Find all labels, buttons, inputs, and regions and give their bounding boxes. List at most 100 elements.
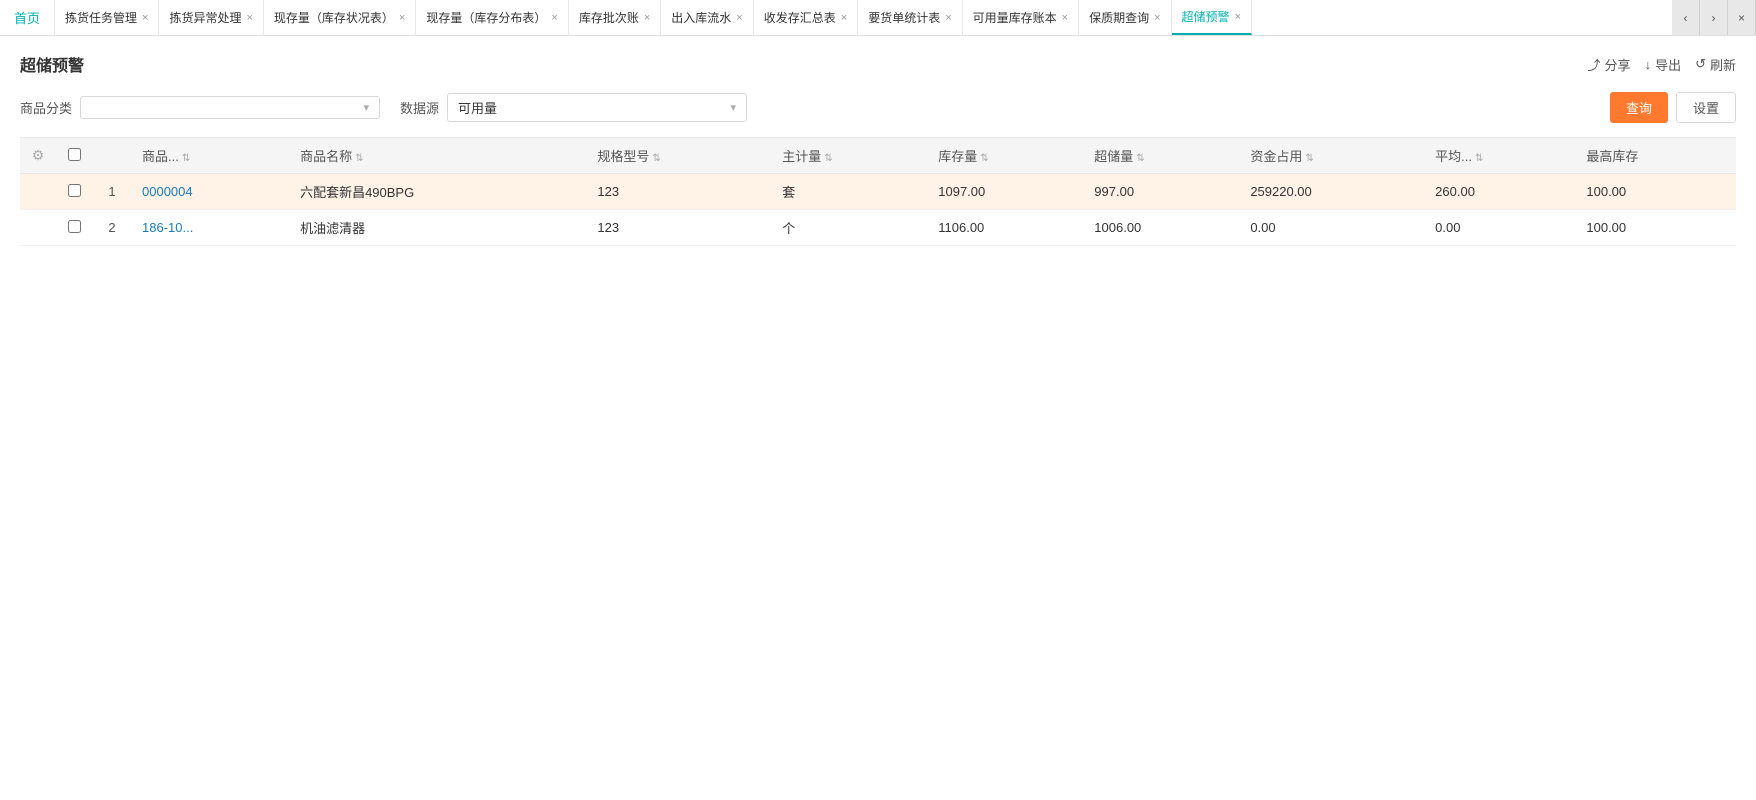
table-row: 1 0000004 六配套新昌490BPG 123 套 1097.00 997.… xyxy=(20,174,1736,210)
col-header-stock[interactable]: 库存量⇅ xyxy=(928,138,1084,174)
filter-data-source: 数据源 可用量 ▾ xyxy=(400,93,747,122)
sort-icon: ⇅ xyxy=(355,153,363,164)
share-button[interactable]: ⤴ 分享 xyxy=(1588,55,1631,74)
tab-jianhuoyichangchuli[interactable]: 拣货异常处理 × xyxy=(159,0,263,35)
product-category-select[interactable]: ▾ xyxy=(80,96,380,119)
query-button[interactable]: 查询 xyxy=(1610,92,1668,123)
tab-xiancunliang1[interactable]: 现存量（库存状况表） × xyxy=(264,0,416,35)
tab-label: 现存量（库存状况表） xyxy=(274,9,394,26)
col-header-max-stock[interactable]: 最高库存 xyxy=(1576,138,1736,174)
tab-close-icon[interactable]: × xyxy=(1062,12,1068,24)
data-table: ⚙ 商品...⇅ 商品名称⇅ 规格型号⇅ 主计量⇅ xyxy=(20,137,1736,246)
sort-icon: ⇅ xyxy=(1475,153,1483,164)
col-header-no xyxy=(92,138,132,174)
tab-keyongliang[interactable]: 可用量库存账本 × xyxy=(963,0,1079,35)
sort-icon: ⇅ xyxy=(182,153,190,164)
tab-label: 现存量（库存分布表） xyxy=(426,9,546,26)
tab-close-icon[interactable]: × xyxy=(945,12,951,24)
export-button[interactable]: ↓ 导出 xyxy=(1645,55,1682,74)
row-check-cell xyxy=(56,210,92,246)
select-all-checkbox[interactable] xyxy=(68,148,81,161)
nav-home[interactable]: 首页 xyxy=(0,0,55,35)
row-unit: 套 xyxy=(772,174,928,210)
col-header-gear[interactable]: ⚙ xyxy=(20,138,56,174)
data-source-label: 数据源 xyxy=(400,98,439,117)
tab-label: 收发存汇总表 xyxy=(764,9,836,26)
col-header-product-name[interactable]: 商品名称⇅ xyxy=(290,138,587,174)
row-stock: 1106.00 xyxy=(928,210,1084,246)
row-unit: 个 xyxy=(772,210,928,246)
col-header-over-stock[interactable]: 超储量⇅ xyxy=(1084,138,1240,174)
settings-button[interactable]: 设置 xyxy=(1676,92,1736,123)
row-stock: 1097.00 xyxy=(928,174,1084,210)
row-capital: 259220.00 xyxy=(1240,174,1425,210)
export-icon: ↓ xyxy=(1645,57,1652,72)
tab-close-icon[interactable]: × xyxy=(1154,12,1160,24)
row-product-code: 186-10... xyxy=(132,210,290,246)
tab-close-icon[interactable]: × xyxy=(841,12,847,24)
tab-label: 拣货任务管理 xyxy=(65,9,137,26)
nav-bar: 首页 拣货任务管理 × 拣货异常处理 × 现存量（库存状况表） × 现存量（库存… xyxy=(0,0,1756,36)
tab-jianhuorenwuguanli[interactable]: 拣货任务管理 × xyxy=(55,0,159,35)
tab-close-icon[interactable]: × xyxy=(399,12,405,24)
tab-baozhi[interactable]: 保质期查询 × xyxy=(1079,0,1171,35)
tab-close-icon[interactable]: × xyxy=(736,12,742,24)
chevron-down-icon: ▾ xyxy=(363,101,369,114)
col-header-check xyxy=(56,138,92,174)
row-over-stock: 1006.00 xyxy=(1084,210,1240,246)
nav-arrows: ‹ › × xyxy=(1672,0,1756,36)
col-header-product-code[interactable]: 商品...⇅ xyxy=(132,138,290,174)
tab-label: 库存批次账 xyxy=(579,9,639,26)
page-content: 超储预警 ⤴ 分享 ↓ 导出 ↺ 刷新 商品分类 ▾ 数据源 xyxy=(0,36,1756,800)
sort-icon: ⇅ xyxy=(1305,153,1313,164)
tab-close-icon[interactable]: × xyxy=(644,12,650,24)
gear-icon[interactable]: ⚙ xyxy=(32,147,45,163)
row-capital: 0.00 xyxy=(1240,210,1425,246)
tab-xiancunliang2[interactable]: 现存量（库存分布表） × xyxy=(416,0,568,35)
data-source-select[interactable]: 可用量 ▾ xyxy=(447,93,747,122)
row-avg: 260.00 xyxy=(1425,174,1576,210)
tab-yaohuo[interactable]: 要货单统计表 × xyxy=(858,0,962,35)
tab-shoucun[interactable]: 收发存汇总表 × xyxy=(754,0,858,35)
sort-icon: ⇅ xyxy=(652,153,660,164)
tab-kucunpicizhang[interactable]: 库存批次账 × xyxy=(569,0,661,35)
table-row: 2 186-10... 机油滤清器 123 个 1106.00 1006.00 … xyxy=(20,210,1736,246)
col-header-spec[interactable]: 规格型号⇅ xyxy=(587,138,772,174)
row-product-code: 0000004 xyxy=(132,174,290,210)
page-header: 超储预警 ⤴ 分享 ↓ 导出 ↺ 刷新 xyxy=(20,52,1736,76)
col-header-capital[interactable]: 资金占用⇅ xyxy=(1240,138,1425,174)
tab-label: 超储预警 xyxy=(1182,8,1230,25)
filter-actions: 查询 设置 xyxy=(1610,92,1736,123)
tab-close-icon[interactable]: × xyxy=(551,12,557,24)
tab-chaochuyujing[interactable]: 超储预警 × xyxy=(1172,0,1252,35)
refresh-icon: ↺ xyxy=(1695,56,1706,72)
sort-icon: ⇅ xyxy=(1136,153,1144,164)
share-icon: ⤴ xyxy=(1588,55,1601,74)
tab-label: 拣货异常处理 xyxy=(169,9,241,26)
row-product-name: 机油滤清器 xyxy=(290,210,587,246)
row-max-stock: 100.00 xyxy=(1576,174,1736,210)
tab-label: 可用量库存账本 xyxy=(973,9,1057,26)
refresh-button[interactable]: ↺ 刷新 xyxy=(1695,55,1736,74)
nav-close-button[interactable]: × xyxy=(1728,0,1756,36)
row-gear-cell xyxy=(20,174,56,210)
row-product-name: 六配套新昌490BPG xyxy=(290,174,587,210)
tab-close-icon[interactable]: × xyxy=(1235,11,1241,23)
tab-close-icon[interactable]: × xyxy=(142,12,148,24)
col-header-unit[interactable]: 主计量⇅ xyxy=(772,138,928,174)
nav-prev-button[interactable]: ‹ xyxy=(1672,0,1700,36)
product-category-label: 商品分类 xyxy=(20,98,72,117)
col-header-avg[interactable]: 平均...⇅ xyxy=(1425,138,1576,174)
row-checkbox[interactable] xyxy=(68,220,81,233)
row-check-cell xyxy=(56,174,92,210)
filter-row: 商品分类 ▾ 数据源 可用量 ▾ 查询 设置 xyxy=(20,92,1736,123)
row-max-stock: 100.00 xyxy=(1576,210,1736,246)
tab-label: 要货单统计表 xyxy=(868,9,940,26)
tab-close-icon[interactable]: × xyxy=(246,12,252,24)
row-checkbox[interactable] xyxy=(68,184,81,197)
tab-churukuliushui[interactable]: 出入库流水 × xyxy=(661,0,753,35)
page-title: 超储预警 xyxy=(20,52,84,76)
row-over-stock: 997.00 xyxy=(1084,174,1240,210)
nav-next-button[interactable]: › xyxy=(1700,0,1728,36)
tab-label: 保质期查询 xyxy=(1089,9,1149,26)
